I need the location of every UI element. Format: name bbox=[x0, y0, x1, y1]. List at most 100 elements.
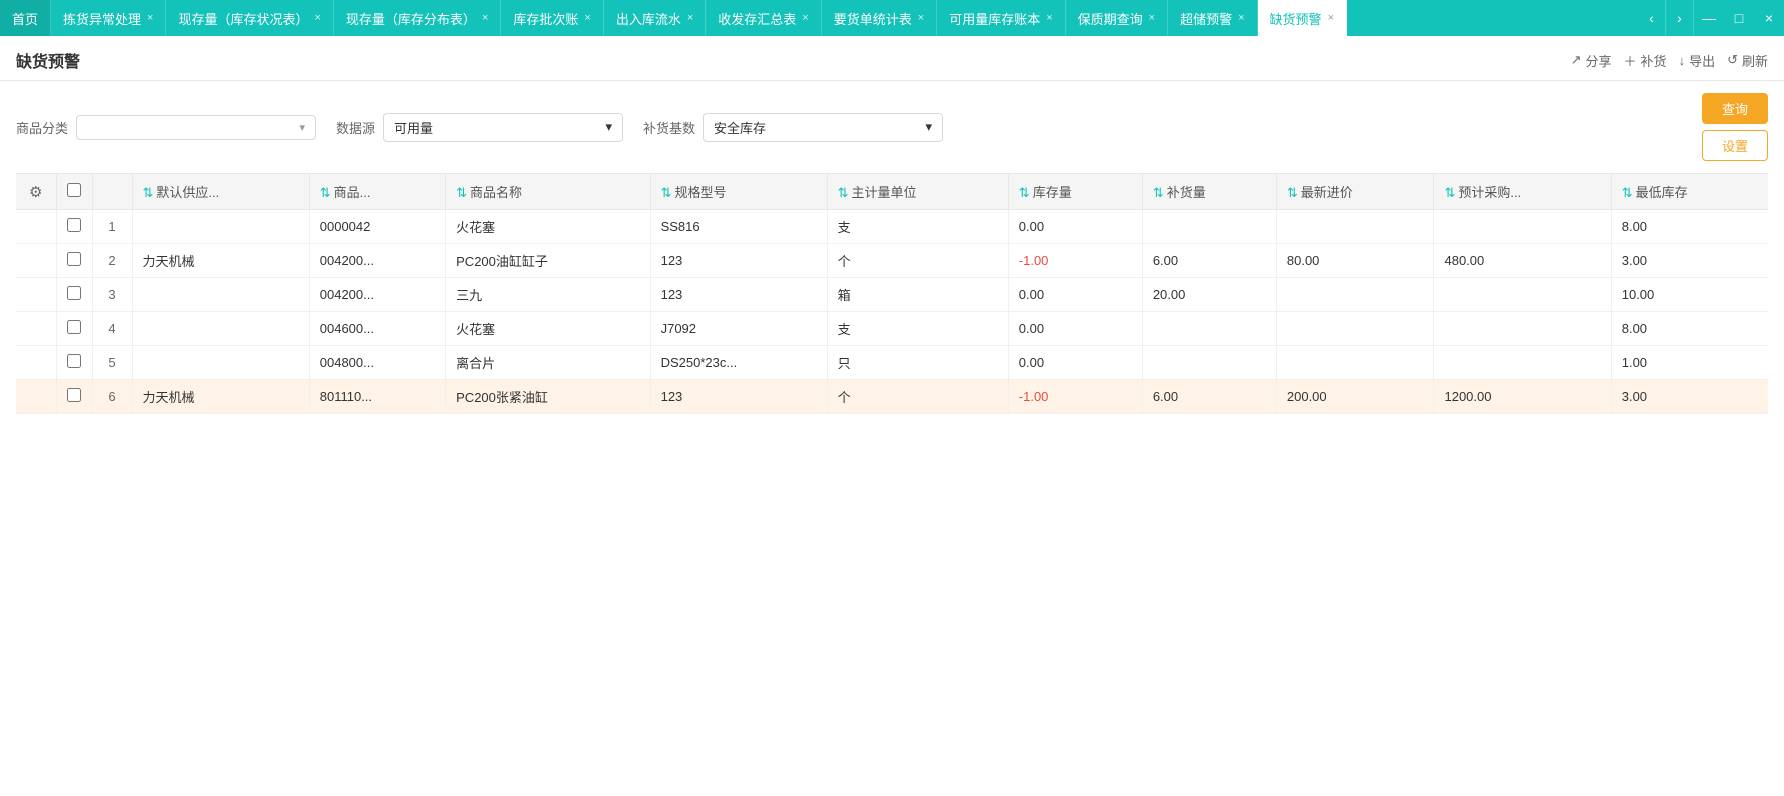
th-spec: ⇅规格型号 bbox=[650, 174, 827, 210]
sort-icon-stock: ⇅ bbox=[1019, 185, 1030, 200]
td-gear-3 bbox=[16, 312, 56, 346]
main-content: 缺货预警 ↗ 分享 ＋ 补货 ↓ 导出 ↺ 刷新 商品分类 bbox=[0, 36, 1784, 796]
tab-close-btn-9[interactable]: × bbox=[1149, 12, 1155, 24]
td-min-stock-1: 3.00 bbox=[1611, 244, 1768, 278]
tab-item-8[interactable]: 可用量库存账本 × bbox=[937, 0, 1065, 36]
tab-close-btn-5[interactable]: × bbox=[687, 12, 693, 24]
replenish-base-label: 补货基数 bbox=[643, 118, 695, 137]
th-gear[interactable]: ⚙ bbox=[16, 174, 56, 210]
td-supplier-2 bbox=[132, 278, 309, 312]
td-latest-price-2 bbox=[1276, 278, 1434, 312]
filter-actions: 查询 设置 bbox=[1702, 93, 1768, 161]
td-unit-5: 个 bbox=[827, 380, 1008, 414]
tab-label-5: 出入库流水 bbox=[616, 9, 681, 28]
share-button[interactable]: ↗ 分享 bbox=[1571, 51, 1612, 70]
tab-item-10[interactable]: 超储预警 × bbox=[1168, 0, 1257, 36]
datasource-filter: 数据源 可用量 ▾ bbox=[336, 113, 623, 142]
tab-restore-btn[interactable]: □ bbox=[1724, 0, 1754, 36]
td-est-purchase-3 bbox=[1434, 312, 1611, 346]
table-row: 10000042火花塞SS816支0.008.00 bbox=[16, 210, 1768, 244]
tab-close-btn-10[interactable]: × bbox=[1238, 12, 1244, 24]
tab-close-all-btn[interactable]: × bbox=[1754, 0, 1784, 36]
td-checkbox-5[interactable] bbox=[56, 380, 92, 414]
refresh-button[interactable]: ↺ 刷新 bbox=[1727, 51, 1768, 70]
datasource-label: 数据源 bbox=[336, 118, 375, 137]
tab-close-btn-2[interactable]: × bbox=[314, 12, 320, 24]
td-checkbox-4[interactable] bbox=[56, 346, 92, 380]
tab-item-4[interactable]: 库存批次账 × bbox=[501, 0, 603, 36]
tab-item-2[interactable]: 现存量（库存状况表） × bbox=[166, 0, 333, 36]
datasource-select[interactable]: 可用量 ▾ bbox=[383, 113, 623, 142]
tab-item-3[interactable]: 现存量（库存分布表） × bbox=[334, 0, 501, 36]
td-min-stock-5: 3.00 bbox=[1611, 380, 1768, 414]
tab-item-6[interactable]: 收发存汇总表 × bbox=[706, 0, 821, 36]
tab-close-btn-6[interactable]: × bbox=[802, 12, 808, 24]
tab-label-2: 现存量（库存状况表） bbox=[178, 9, 308, 28]
tab-item-9[interactable]: 保质期查询 × bbox=[1066, 0, 1168, 36]
sort-icon-price: ⇅ bbox=[1287, 185, 1298, 200]
tab-close-btn-3[interactable]: × bbox=[482, 12, 488, 24]
settings-button[interactable]: 设置 bbox=[1702, 130, 1768, 161]
td-latest-price-5: 200.00 bbox=[1276, 380, 1434, 414]
gear-icon[interactable]: ⚙ bbox=[29, 184, 42, 201]
th-est-purchase: ⇅预计采购... bbox=[1434, 174, 1611, 210]
td-min-stock-0: 8.00 bbox=[1611, 210, 1768, 244]
tab-prev-btn[interactable]: ‹ bbox=[1638, 0, 1666, 36]
th-unit: ⇅主计量单位 bbox=[827, 174, 1008, 210]
tab-close-btn-8[interactable]: × bbox=[1046, 12, 1052, 24]
select-all-checkbox[interactable] bbox=[67, 183, 81, 197]
category-label: 商品分类 bbox=[16, 118, 68, 137]
tab-minimize-btn[interactable]: — bbox=[1694, 0, 1724, 36]
td-checkbox-0[interactable] bbox=[56, 210, 92, 244]
sort-icon-min: ⇅ bbox=[1622, 185, 1633, 200]
td-replenish-qty-4 bbox=[1142, 346, 1276, 380]
td-unit-4: 只 bbox=[827, 346, 1008, 380]
tab-item-7[interactable]: 要货单统计表 × bbox=[822, 0, 937, 36]
tab-label-4: 库存批次账 bbox=[513, 9, 578, 28]
tab-close-btn-4[interactable]: × bbox=[584, 12, 590, 24]
category-select[interactable]: ▾ bbox=[76, 115, 316, 140]
page-title: 缺货预警 bbox=[16, 48, 1571, 72]
table-row: 4004600...火花塞J7092支0.008.00 bbox=[16, 312, 1768, 346]
td-est-purchase-1: 480.00 bbox=[1434, 244, 1611, 278]
row-checkbox-3[interactable] bbox=[67, 320, 81, 334]
tab-close-btn-1[interactable]: × bbox=[147, 12, 153, 24]
sort-icon-name: ⇅ bbox=[456, 185, 467, 200]
tab-item-1[interactable]: 拣货异常处理 × bbox=[51, 0, 166, 36]
tab-label-10: 超储预警 bbox=[1180, 9, 1232, 28]
th-default-supplier: ⇅默认供应... bbox=[132, 174, 309, 210]
th-checkbox[interactable] bbox=[56, 174, 92, 210]
row-checkbox-0[interactable] bbox=[67, 218, 81, 232]
td-gear-2 bbox=[16, 278, 56, 312]
row-checkbox-2[interactable] bbox=[67, 286, 81, 300]
row-checkbox-5[interactable] bbox=[67, 388, 81, 402]
td-supplier-4 bbox=[132, 346, 309, 380]
export-button[interactable]: ↓ 导出 bbox=[1679, 51, 1716, 70]
td-checkbox-1[interactable] bbox=[56, 244, 92, 278]
td-row-num-3: 4 bbox=[92, 312, 132, 346]
tab-close-btn-7[interactable]: × bbox=[918, 12, 924, 24]
replenish-button[interactable]: ＋ 补货 bbox=[1624, 51, 1667, 70]
query-button[interactable]: 查询 bbox=[1702, 93, 1768, 124]
td-row-num-2: 3 bbox=[92, 278, 132, 312]
row-checkbox-4[interactable] bbox=[67, 354, 81, 368]
tab-label-3: 现存量（库存分布表） bbox=[346, 9, 476, 28]
tab-item-11[interactable]: 缺货预警 × bbox=[1258, 0, 1347, 36]
td-replenish-qty-5: 6.00 bbox=[1142, 380, 1276, 414]
replenish-base-select[interactable]: 安全库存 ▾ bbox=[703, 113, 943, 142]
td-checkbox-2[interactable] bbox=[56, 278, 92, 312]
td-row-num-1: 2 bbox=[92, 244, 132, 278]
replenish-base-value: 安全库存 bbox=[714, 118, 925, 137]
td-checkbox-3[interactable] bbox=[56, 312, 92, 346]
td-unit-2: 箱 bbox=[827, 278, 1008, 312]
page-header: 缺货预警 ↗ 分享 ＋ 补货 ↓ 导出 ↺ 刷新 bbox=[0, 36, 1784, 81]
row-checkbox-1[interactable] bbox=[67, 252, 81, 266]
tab-label-9: 保质期查询 bbox=[1078, 9, 1143, 28]
tab-close-btn-11[interactable]: × bbox=[1328, 12, 1334, 24]
tab-item-0[interactable]: 首页 bbox=[0, 0, 51, 36]
td-min-stock-2: 10.00 bbox=[1611, 278, 1768, 312]
tab-item-5[interactable]: 出入库流水 × bbox=[604, 0, 706, 36]
tab-next-btn[interactable]: › bbox=[1666, 0, 1694, 36]
th-latest-price: ⇅最新进价 bbox=[1276, 174, 1434, 210]
td-product-name-3: 火花塞 bbox=[446, 312, 650, 346]
